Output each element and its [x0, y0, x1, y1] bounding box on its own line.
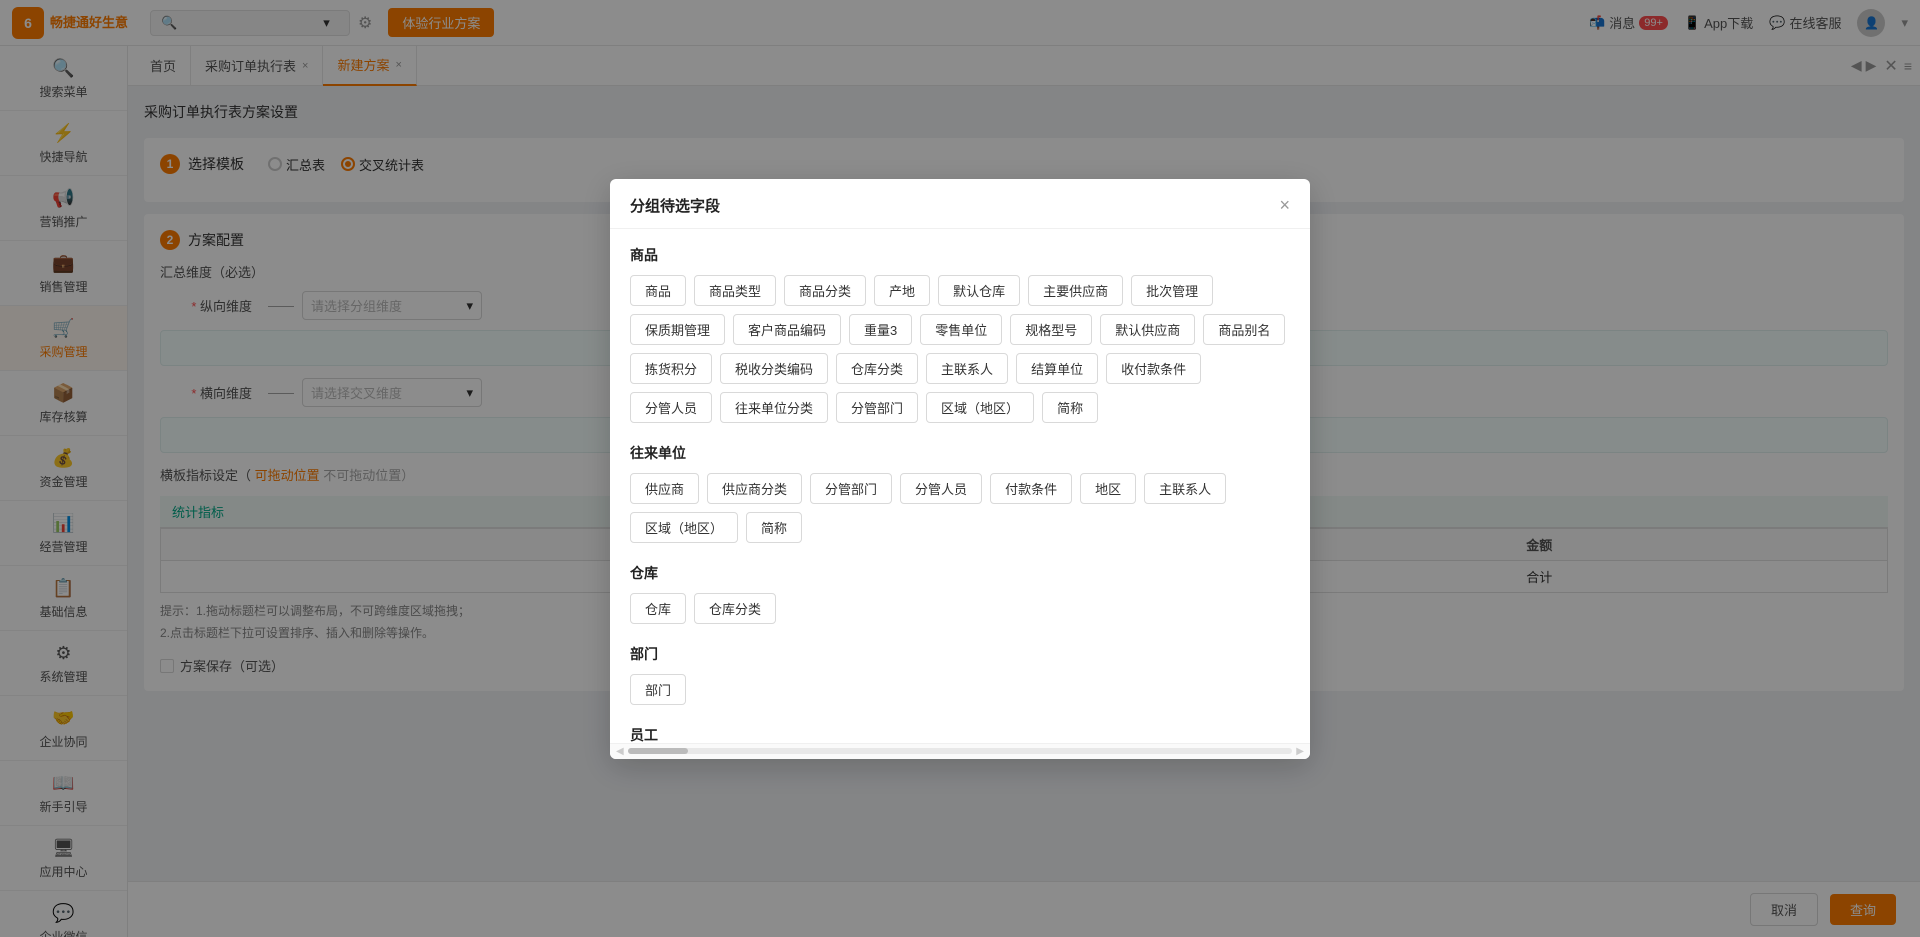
field-tag-partner-person[interactable]: 分管人员: [900, 473, 982, 504]
field-tag-product-partner-cat[interactable]: 往来单位分类: [720, 392, 828, 423]
field-tag-partner-region[interactable]: 地区: [1080, 473, 1136, 504]
field-group-dept: 部门 部门: [630, 644, 1290, 705]
field-tag-product-default-supplier[interactable]: 默认供应商: [1100, 314, 1195, 345]
field-tag-product-weight[interactable]: 重量3: [849, 314, 912, 345]
modal-hscroll-bar[interactable]: ◀ ▶: [610, 743, 1310, 759]
field-tag-product-product[interactable]: 商品: [630, 275, 686, 306]
field-tag-product-origin[interactable]: 产地: [874, 275, 930, 306]
field-tag-product-retail-unit[interactable]: 零售单位: [920, 314, 1002, 345]
field-tag-warehouse-cat[interactable]: 仓库分类: [694, 593, 776, 624]
hscroll-track: [628, 748, 1293, 754]
field-tag-partner-dept[interactable]: 分管部门: [810, 473, 892, 504]
field-tag-product-type[interactable]: 商品类型: [694, 275, 776, 306]
field-group-product: 商品 商品 商品类型 商品分类 产地 默认仓库 主要供应商 批次管理 保质期管理…: [630, 245, 1290, 423]
field-tag-warehouse[interactable]: 仓库: [630, 593, 686, 624]
modal-dialog: 分组待选字段 × 商品 商品 商品类型 商品分类 产地 默认仓库 主要供应商 批…: [610, 179, 1310, 759]
field-tag-product-expiry[interactable]: 保质期管理: [630, 314, 725, 345]
field-tag-dept[interactable]: 部门: [630, 674, 686, 705]
field-tag-product-batch[interactable]: 批次管理: [1131, 275, 1213, 306]
field-group-warehouse: 仓库 仓库 仓库分类: [630, 563, 1290, 624]
field-tag-product-pick-score[interactable]: 拣货积分: [630, 353, 712, 384]
field-group-partner: 往来单位 供应商 供应商分类 分管部门 分管人员 付款条件 地区 主联系人 区域…: [630, 443, 1290, 543]
field-tag-product-payment-terms[interactable]: 收付款条件: [1106, 353, 1201, 384]
field-tag-product-main-supplier[interactable]: 主要供应商: [1028, 275, 1123, 306]
modal-header: 分组待选字段 ×: [610, 179, 1310, 229]
field-tag-supplier-cat[interactable]: 供应商分类: [707, 473, 802, 504]
field-tag-product-alias[interactable]: 商品别名: [1203, 314, 1285, 345]
field-group-product-title: 商品: [630, 245, 1290, 265]
field-tag-product-dept[interactable]: 分管部门: [836, 392, 918, 423]
field-tag-partner-area[interactable]: 区域（地区）: [630, 512, 738, 543]
field-group-dept-title: 部门: [630, 644, 1290, 664]
field-group-warehouse-title: 仓库: [630, 563, 1290, 583]
field-tag-product-wh-category[interactable]: 仓库分类: [836, 353, 918, 384]
field-tags-warehouse: 仓库 仓库分类: [630, 593, 1290, 624]
field-tag-product-contact[interactable]: 主联系人: [926, 353, 1008, 384]
field-group-employee-title: 员工: [630, 725, 1290, 743]
field-tag-partner-shortname[interactable]: 简称: [746, 512, 802, 543]
field-tag-product-shortname[interactable]: 简称: [1042, 392, 1098, 423]
field-tag-supplier[interactable]: 供应商: [630, 473, 699, 504]
modal-body: 商品 商品 商品类型 商品分类 产地 默认仓库 主要供应商 批次管理 保质期管理…: [610, 229, 1310, 743]
field-tags-dept: 部门: [630, 674, 1290, 705]
field-tags-product: 商品 商品类型 商品分类 产地 默认仓库 主要供应商 批次管理 保质期管理 客户…: [630, 275, 1290, 423]
field-tag-product-supervisor[interactable]: 分管人员: [630, 392, 712, 423]
field-tag-product-region[interactable]: 区域（地区）: [926, 392, 1034, 423]
field-tag-payment-terms[interactable]: 付款条件: [990, 473, 1072, 504]
hscroll-thumb: [628, 748, 688, 754]
field-tag-product-settlement[interactable]: 结算单位: [1016, 353, 1098, 384]
modal-close-button[interactable]: ×: [1279, 196, 1290, 214]
modal-overlay[interactable]: 分组待选字段 × 商品 商品 商品类型 商品分类 产地 默认仓库 主要供应商 批…: [0, 0, 1920, 937]
field-group-employee: 员工 业务员: [630, 725, 1290, 743]
field-tags-partner: 供应商 供应商分类 分管部门 分管人员 付款条件 地区 主联系人 区域（地区） …: [630, 473, 1290, 543]
field-tag-product-category[interactable]: 商品分类: [784, 275, 866, 306]
modal-title: 分组待选字段: [630, 195, 720, 216]
field-tag-product-tax-code[interactable]: 税收分类编码: [720, 353, 828, 384]
field-tag-product-default-wh[interactable]: 默认仓库: [938, 275, 1020, 306]
field-tag-product-spec[interactable]: 规格型号: [1010, 314, 1092, 345]
field-tag-product-customer-code[interactable]: 客户商品编码: [733, 314, 841, 345]
hscroll-right-arrow[interactable]: ▶: [1296, 746, 1304, 757]
hscroll-left-arrow[interactable]: ◀: [616, 746, 624, 757]
field-tag-partner-contact[interactable]: 主联系人: [1144, 473, 1226, 504]
field-group-partner-title: 往来单位: [630, 443, 1290, 463]
